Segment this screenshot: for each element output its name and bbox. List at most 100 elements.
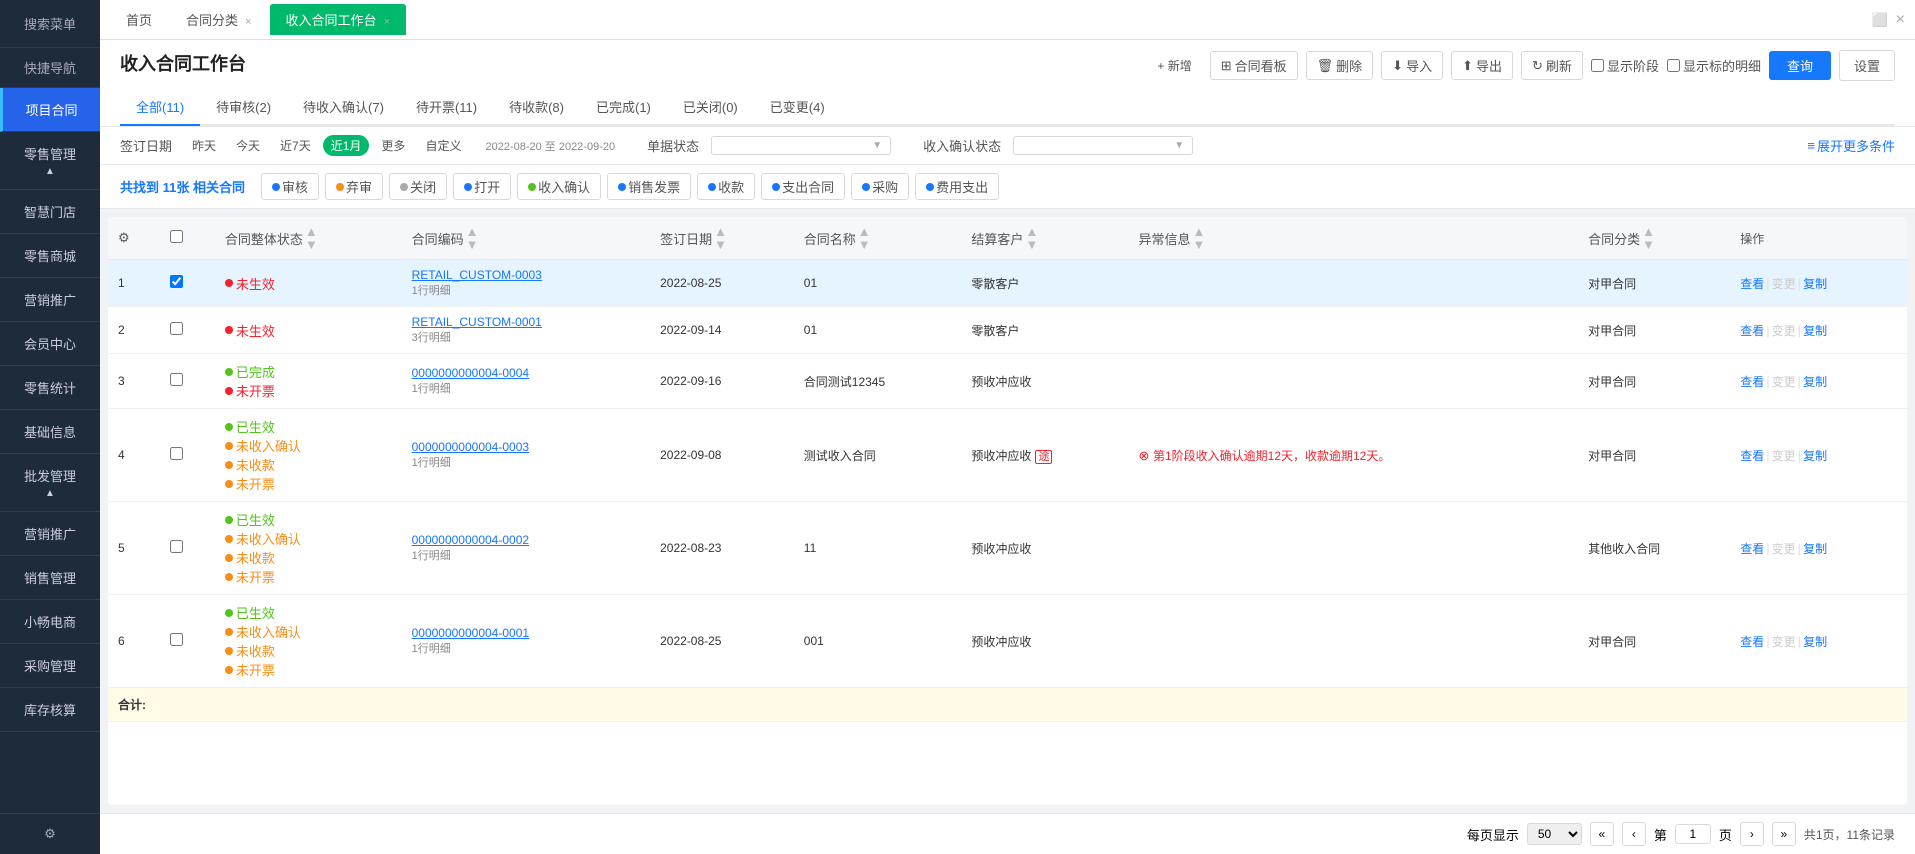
kanban-button[interactable]: ⊞ 合同看板 xyxy=(1210,51,1298,80)
date-shortcut-more[interactable]: 更多 xyxy=(373,135,413,156)
status-tab-pending-review[interactable]: 待审核(2) xyxy=(200,89,287,126)
refresh-button[interactable]: ↻ 刷新 xyxy=(1521,51,1583,80)
op-btn-查看[interactable]: 查看 xyxy=(1740,449,1764,463)
date-shortcut-custom[interactable]: 自定义 xyxy=(417,135,469,156)
contract-code-link[interactable]: RETAIL_CUSTOM-0003 xyxy=(412,268,542,282)
op-btn-变更[interactable]: 变更 xyxy=(1772,324,1796,338)
status-tab-completed[interactable]: 已完成(1) xyxy=(580,89,667,126)
sidebar-item-base-info[interactable]: 基础信息 xyxy=(0,410,100,454)
col-header-status[interactable]: 合同整体状态 ▲▼ xyxy=(215,217,402,260)
top-tab-contract-cat[interactable]: 合同分类 × xyxy=(170,4,268,35)
window-close-icon[interactable]: × xyxy=(1896,11,1905,29)
doc-status-select[interactable]: ▼ xyxy=(711,136,891,155)
page-next-button[interactable]: › xyxy=(1740,822,1764,846)
row-checkbox[interactable] xyxy=(170,322,183,335)
page-number-input[interactable] xyxy=(1675,824,1711,844)
sidebar-item-sales-mgmt[interactable]: 销售管理 xyxy=(0,556,100,600)
op-btn-复制[interactable]: 复制 xyxy=(1803,635,1827,649)
contract-code-link[interactable]: 0000000000004-0002 xyxy=(412,533,529,547)
page-last-button[interactable]: » xyxy=(1772,822,1796,846)
col-header-sign-date[interactable]: 签订日期 ▲▼ xyxy=(650,217,794,260)
sidebar-item-marketing[interactable]: 营销推广 xyxy=(0,278,100,322)
action-btn-purchase[interactable]: 采购 xyxy=(851,173,909,200)
sidebar-item-retail-mgmt[interactable]: 零售管理 ▲ xyxy=(0,132,100,190)
contract-code-link[interactable]: 0000000000004-0003 xyxy=(412,440,529,454)
contract-code-link[interactable]: RETAIL_CUSTOM-0001 xyxy=(412,315,542,329)
op-btn-变更[interactable]: 变更 xyxy=(1772,277,1796,291)
row-config-icon[interactable]: ⚙ xyxy=(118,230,130,245)
page-first-button[interactable]: « xyxy=(1590,822,1614,846)
page-prev-button[interactable]: ‹ xyxy=(1622,822,1646,846)
expand-filter-button[interactable]: ≡ 展开更多条件 xyxy=(1807,136,1895,155)
op-btn-变更[interactable]: 变更 xyxy=(1772,375,1796,389)
op-btn-查看[interactable]: 查看 xyxy=(1740,635,1764,649)
status-tab-all[interactable]: 全部(11) xyxy=(120,89,200,126)
status-tab-pending-invoice[interactable]: 待开票(11) xyxy=(400,89,493,126)
date-shortcut-today[interactable]: 今天 xyxy=(228,135,268,156)
op-btn-变更[interactable]: 变更 xyxy=(1772,542,1796,556)
sidebar-settings[interactable]: ⚙ xyxy=(0,813,100,854)
col-header-name[interactable]: 合同名称 ▲▼ xyxy=(794,217,962,260)
date-shortcut-last7[interactable]: 近7天 xyxy=(272,135,319,156)
sidebar-item-smart-store[interactable]: 智慧门店 xyxy=(0,190,100,234)
row-checkbox[interactable] xyxy=(170,540,183,553)
row-checkbox[interactable] xyxy=(170,633,183,646)
query-button[interactable]: 查询 xyxy=(1769,51,1831,80)
sidebar-item-wholesale[interactable]: 批发管理 ▲ xyxy=(0,454,100,512)
sidebar-item-member[interactable]: 会员中心 xyxy=(0,322,100,366)
show-stage-checkbox[interactable] xyxy=(1591,59,1604,72)
income-confirm-select[interactable]: ▼ xyxy=(1013,136,1193,155)
action-btn-close[interactable]: 关闭 xyxy=(389,173,447,200)
delete-button[interactable]: 🗑 删除 xyxy=(1306,51,1374,80)
status-tab-closed[interactable]: 已关闭(0) xyxy=(667,89,754,126)
op-btn-复制[interactable]: 复制 xyxy=(1803,324,1827,338)
col-header-code[interactable]: 合同编码 ▲▼ xyxy=(402,217,651,260)
row-checkbox[interactable] xyxy=(170,275,183,288)
tab-close-icon-income-workbench[interactable]: × xyxy=(381,16,390,28)
sidebar-item-retail-stats[interactable]: 零售统计 xyxy=(0,366,100,410)
top-tab-home[interactable]: 首页 xyxy=(110,4,168,35)
show-detail-checkbox[interactable] xyxy=(1667,59,1680,72)
select-all-checkbox[interactable] xyxy=(170,230,183,243)
op-btn-查看[interactable]: 查看 xyxy=(1740,324,1764,338)
page-size-select[interactable]: 50 10 20 100 xyxy=(1527,823,1582,845)
top-tab-income-workbench[interactable]: 收入合同工作台 × xyxy=(270,4,407,35)
row-checkbox[interactable] xyxy=(170,373,183,386)
op-btn-复制[interactable]: 复制 xyxy=(1803,449,1827,463)
action-btn-print[interactable]: 打开 xyxy=(453,173,511,200)
export-button[interactable]: ⬆ 导出 xyxy=(1451,51,1513,80)
import-button[interactable]: ⬇ 导入 xyxy=(1381,51,1443,80)
op-btn-查看[interactable]: 查看 xyxy=(1740,542,1764,556)
action-btn-expense-out[interactable]: 支出合同 xyxy=(761,173,845,200)
sidebar-item-retail-mall[interactable]: 零售商城 xyxy=(0,234,100,278)
status-tab-pending-payment[interactable]: 待收款(8) xyxy=(493,89,580,126)
new-button[interactable]: + 新增 xyxy=(1147,53,1201,78)
op-btn-复制[interactable]: 复制 xyxy=(1803,375,1827,389)
contract-code-link[interactable]: 0000000000004-0004 xyxy=(412,366,529,380)
sidebar-item-inventory[interactable]: 库存核算 xyxy=(0,688,100,732)
contract-code-link[interactable]: 0000000000004-0001 xyxy=(412,626,529,640)
op-btn-查看[interactable]: 查看 xyxy=(1740,375,1764,389)
row-checkbox[interactable] xyxy=(170,447,183,460)
col-header-customer[interactable]: 结算客户 ▲▼ xyxy=(961,217,1128,260)
date-shortcut-last1month[interactable]: 近1月 xyxy=(323,135,370,156)
action-btn-expense-pay[interactable]: 费用支出 xyxy=(915,173,999,200)
op-btn-复制[interactable]: 复制 xyxy=(1803,277,1827,291)
action-btn-sales-invoice[interactable]: 销售发票 xyxy=(607,173,691,200)
op-btn-变更[interactable]: 变更 xyxy=(1772,635,1796,649)
col-header-category[interactable]: 合同分类 ▲▼ xyxy=(1578,217,1730,260)
action-btn-income-confirm[interactable]: 收入确认 xyxy=(517,173,601,200)
action-btn-payment[interactable]: 收款 xyxy=(697,173,755,200)
date-shortcut-yesterday[interactable]: 昨天 xyxy=(184,135,224,156)
action-btn-abandon[interactable]: 弃审 xyxy=(325,173,383,200)
sidebar-item-ecommerce[interactable]: 小畅电商 xyxy=(0,600,100,644)
status-tab-pending-confirm[interactable]: 待收入确认(7) xyxy=(287,89,400,126)
action-btn-review[interactable]: 审核 xyxy=(261,173,319,200)
op-btn-变更[interactable]: 变更 xyxy=(1772,449,1796,463)
window-restore-icon[interactable]: ⬜ xyxy=(1871,12,1887,28)
col-header-abnormal[interactable]: 异常信息 ▲▼ xyxy=(1128,217,1578,260)
sidebar-search[interactable]: 搜索菜单 xyxy=(0,0,100,48)
op-btn-查看[interactable]: 查看 xyxy=(1740,277,1764,291)
op-btn-复制[interactable]: 复制 xyxy=(1803,542,1827,556)
sidebar-item-marketing2[interactable]: 营销推广 xyxy=(0,512,100,556)
